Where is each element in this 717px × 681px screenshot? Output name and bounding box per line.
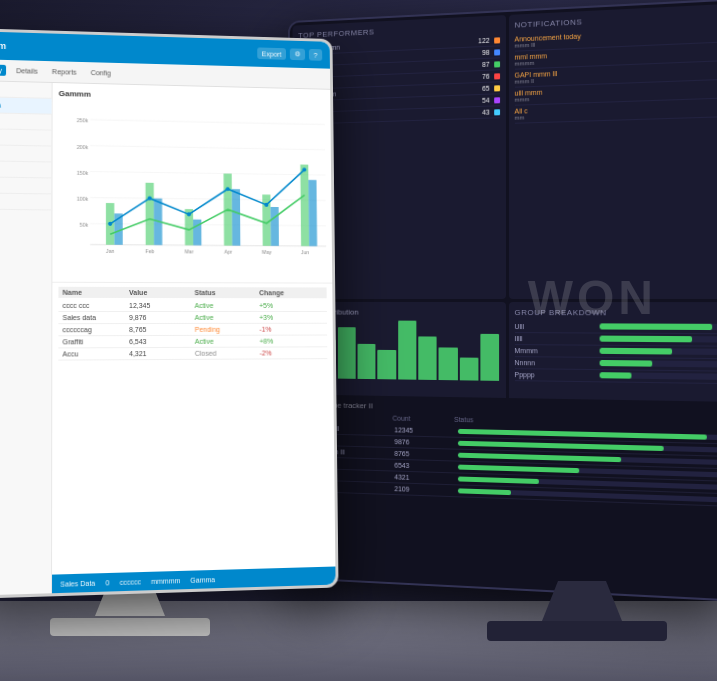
svg-text:Mar: Mar xyxy=(185,249,194,255)
quad-top-right: Notifications Announcement todaymmm lll … xyxy=(508,3,717,298)
svg-line-4 xyxy=(90,224,326,226)
bar-item xyxy=(480,334,499,380)
svg-text:May: May xyxy=(262,249,272,255)
foreground-monitor: Gammm Export ⚙ ? Summary Details Reports… xyxy=(0,28,339,600)
sidebar-item-accu[interactable]: Accu xyxy=(0,145,52,163)
status-item: cccccc xyxy=(120,578,141,586)
svg-text:Apr: Apr xyxy=(224,249,232,255)
svg-text:Jun: Jun xyxy=(301,249,309,255)
svg-rect-22 xyxy=(308,180,317,246)
back-monitor-stand-base xyxy=(487,621,667,641)
help-button[interactable]: ? xyxy=(309,49,322,61)
back-bottom-panel: Sales pipeline tracker II Name Count Sta… xyxy=(290,394,717,600)
sidebar-item-sales[interactable]: Sales data xyxy=(0,97,52,115)
table-row[interactable]: Accu 4,321 Closed -2% xyxy=(58,347,327,360)
front-monitor-stand-base xyxy=(50,618,210,636)
main-panel: Gammm 250k 200k 150k xyxy=(52,83,336,593)
svg-line-0 xyxy=(90,120,325,125)
bar-item xyxy=(439,347,458,380)
table-row[interactable]: Sales data 9,876 Active +3% xyxy=(58,312,327,324)
foreground-monitor-screen: Gammm Export ⚙ ? Summary Details Reports… xyxy=(0,31,336,596)
topbar-title: Gammm xyxy=(0,40,6,51)
svg-rect-21 xyxy=(300,165,309,247)
status-item: 0 xyxy=(105,579,109,586)
svg-rect-18 xyxy=(232,189,241,246)
nav-item-summary[interactable]: Summary xyxy=(0,64,6,76)
bar-item xyxy=(418,337,437,380)
svg-text:150k: 150k xyxy=(77,170,89,176)
sidebar-item-aaaa[interactable]: aaaa xyxy=(0,161,52,178)
svg-text:100k: 100k xyxy=(77,196,89,202)
bar-item xyxy=(378,349,396,379)
nav-item-reports[interactable]: Reports xyxy=(48,66,81,78)
content-area: cccc ccc Sales data ccccccag Graffiti Ac… xyxy=(0,81,336,596)
quad-br-title: Group breakdown xyxy=(514,308,717,318)
status-item: Gamma xyxy=(190,576,215,584)
svg-rect-20 xyxy=(271,207,279,246)
bar-item xyxy=(338,327,356,378)
bar-item xyxy=(358,343,376,378)
svg-text:250k: 250k xyxy=(77,118,89,124)
scene: Top Performers FA mmmm mn 122 III lll mm… xyxy=(0,0,717,681)
sidebar-item-mmmm[interactable]: mmmm xyxy=(0,177,51,194)
svg-text:200k: 200k xyxy=(77,144,89,150)
list-item: Ppppp xyxy=(514,369,717,384)
status-item: mmmmm xyxy=(151,577,180,585)
table-header: Name Value Status Change xyxy=(58,287,326,298)
topbar-actions: Export ⚙ ? xyxy=(257,47,322,60)
svg-line-2 xyxy=(90,172,325,176)
bar-item xyxy=(460,357,479,380)
svg-text:Jan: Jan xyxy=(106,248,115,254)
line-chart: 250k 200k 150k 100k 50k xyxy=(58,102,326,263)
sidebar-item-cccc[interactable]: cccc ccc xyxy=(0,81,52,99)
sidebar-item-graffiti[interactable]: Graffiti xyxy=(0,129,52,147)
table-row[interactable]: ccccccag 8,765 Pending -1% xyxy=(58,324,327,337)
svg-text:Feb: Feb xyxy=(145,248,154,254)
svg-text:50k: 50k xyxy=(80,222,89,228)
chart-title: Gammm xyxy=(59,89,325,104)
export-button[interactable]: Export xyxy=(257,47,286,59)
settings-button[interactable]: ⚙ xyxy=(290,48,305,60)
svg-line-5 xyxy=(90,245,326,247)
svg-line-1 xyxy=(90,146,325,150)
table-row[interactable]: cccc ccc 12,345 Active +5% xyxy=(58,300,326,312)
status-item: Sales Data xyxy=(60,579,95,587)
background-monitor: Top Performers FA mmmm mn 122 III lll mm… xyxy=(288,0,717,602)
chart-area: Gammm 250k 200k 150k xyxy=(52,83,332,284)
svg-line-3 xyxy=(90,198,325,201)
sidebar: cccc ccc Sales data ccccccag Graffiti Ac… xyxy=(0,81,53,596)
sidebar-item-service[interactable]: Service xyxy=(0,193,51,210)
nav-item-config[interactable]: Config xyxy=(87,67,115,79)
sidebar-item-ccccccag[interactable]: ccccccag xyxy=(0,113,52,131)
table-area: Name Value Status Change cccc ccc 12,345… xyxy=(52,283,335,575)
svg-rect-13 xyxy=(145,183,153,245)
bar-item xyxy=(398,320,416,379)
nav-item-details[interactable]: Details xyxy=(12,65,42,77)
